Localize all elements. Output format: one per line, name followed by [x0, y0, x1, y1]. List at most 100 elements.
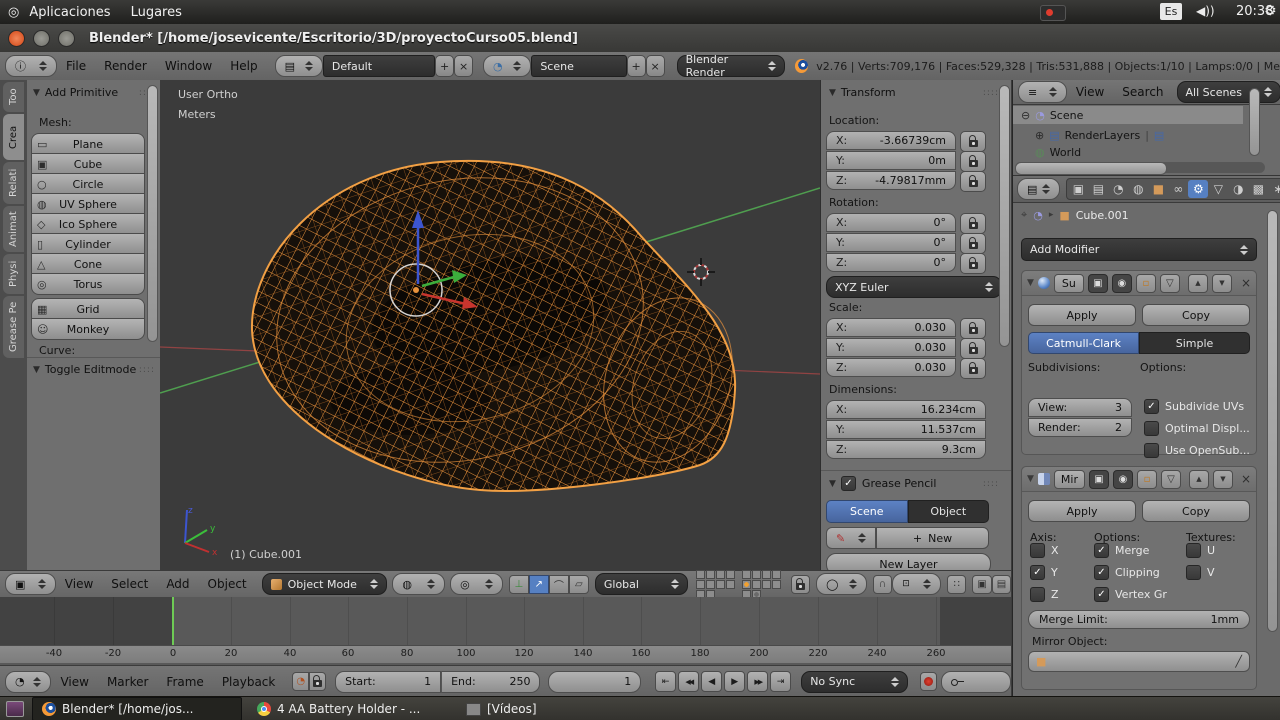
- outliner-h-scrollbar[interactable]: [1015, 162, 1265, 175]
- outliner-item-world[interactable]: ◍ World: [1035, 146, 1081, 158]
- layer-cell[interactable]: [742, 569, 752, 579]
- maximize-window-button[interactable]: [58, 29, 75, 47]
- location-x-field[interactable]: X: -3.66739cm: [826, 131, 956, 150]
- modifier-move-down-button[interactable]: ▼: [1211, 273, 1232, 293]
- editor-type-selector[interactable]: ⓘ: [5, 55, 58, 77]
- rotation-y-field[interactable]: Y: 0°: [826, 233, 956, 252]
- layer-cell[interactable]: [762, 579, 772, 589]
- subdivide-uvs-checkbox[interactable]: ✓: [1144, 399, 1159, 414]
- gp-draw-mode-button[interactable]: ✎: [826, 527, 876, 549]
- add-torus-button[interactable]: ◎ Torus: [31, 273, 145, 295]
- scale-manipulator-button[interactable]: ▱: [568, 574, 589, 594]
- properties-editor-selector[interactable]: ▤: [1017, 178, 1061, 200]
- modifier-delete-button[interactable]: ×: [1241, 276, 1251, 290]
- gp-object-tab[interactable]: Object: [907, 500, 989, 523]
- start-frame-field[interactable]: Start: 1: [335, 670, 442, 693]
- location-y-field[interactable]: Y: 0m: [826, 151, 956, 170]
- rotation-x-field[interactable]: X: 0°: [826, 213, 956, 232]
- simple-button[interactable]: Simple: [1139, 332, 1250, 354]
- outliner-menu-search[interactable]: Search: [1113, 85, 1172, 99]
- outliner-scope-selector[interactable]: All Scenes: [1176, 81, 1280, 103]
- gp-scene-tab[interactable]: Scene: [826, 500, 908, 523]
- timeline-editor-selector[interactable]: ◔: [5, 670, 52, 693]
- panel-drag-handle[interactable]: ::::: [139, 365, 155, 375]
- texture-u-checkbox[interactable]: [1186, 543, 1201, 558]
- opengl-render-button[interactable]: ▣: [972, 574, 992, 594]
- layer-cell[interactable]: [772, 579, 782, 589]
- tl-menu-playback[interactable]: Playback: [213, 675, 285, 689]
- lock-location-y-button[interactable]: [960, 151, 986, 172]
- breadcrumb-object-name[interactable]: Cube.001: [1076, 209, 1129, 222]
- outliner-item-renderlayers[interactable]: ⊕ ▤ RenderLayers | ▤: [1035, 126, 1164, 144]
- timeline[interactable]: -40 -20 0 20 40 60 80 100 120 140 160 18…: [0, 597, 1011, 696]
- vp-menu-select[interactable]: Select: [102, 577, 157, 591]
- lock-time-button[interactable]: [309, 672, 327, 691]
- vertex-groups-checkbox[interactable]: ✓: [1094, 587, 1109, 602]
- add-grid-button[interactable]: ▦ Grid: [31, 298, 145, 320]
- prev-keyframe-button[interactable]: ◀◀: [678, 671, 700, 692]
- scene-icon-button[interactable]: ◔: [483, 55, 532, 77]
- minimize-window-button[interactable]: [33, 29, 50, 47]
- outliner-item-scene[interactable]: ⊖ ◔ Scene: [1021, 106, 1083, 124]
- lock-rotation-z-button[interactable]: [960, 253, 986, 274]
- gp-new-button[interactable]: + New: [876, 527, 989, 549]
- add-monkey-button[interactable]: ☺ Monkey: [31, 318, 145, 340]
- volume-icon[interactable]: ◀)): [1196, 4, 1215, 18]
- menu-render[interactable]: Render: [95, 59, 156, 73]
- modifier-cage-toggle[interactable]: ▽: [1159, 273, 1180, 293]
- subsurf-apply-button[interactable]: Apply: [1028, 304, 1136, 326]
- modifiers-tab-icon[interactable]: ⚙: [1188, 180, 1209, 198]
- object-tab-icon[interactable]: ■: [1148, 180, 1168, 198]
- modifier-editmode-toggle[interactable]: ▫: [1135, 273, 1156, 293]
- panel-drag-handle[interactable]: ::::: [983, 479, 999, 489]
- gp-new-layer-button[interactable]: New Layer: [826, 553, 991, 570]
- axis-x-checkbox[interactable]: [1030, 543, 1045, 558]
- delete-scene-button[interactable]: ×: [645, 55, 665, 77]
- vertex-groups-row[interactable]: ✓ Vertex Gr: [1094, 587, 1167, 602]
- opengl-render-anim-button[interactable]: ▤: [991, 574, 1012, 594]
- tab-physics[interactable]: Physi: [3, 254, 24, 294]
- texture-u-row[interactable]: U: [1186, 543, 1215, 558]
- sync-mode-selector[interactable]: No Sync: [801, 670, 909, 693]
- layer-cell[interactable]: [705, 579, 715, 589]
- texture-v-row[interactable]: V: [1186, 565, 1215, 580]
- add-primitive-panel-header[interactable]: ▼ Add Primitive ::::: [33, 86, 155, 99]
- toggle-editmode-panel-header[interactable]: ▼ Toggle Editmode ::::: [33, 363, 155, 376]
- layer-cell[interactable]: [705, 569, 715, 579]
- modifier-render-toggle[interactable]: ▣: [1087, 273, 1108, 293]
- material-tab-icon[interactable]: ◑: [1228, 180, 1248, 198]
- scene-tab-icon[interactable]: ◔: [1108, 180, 1128, 198]
- current-frame-field[interactable]: 1: [548, 670, 642, 693]
- add-cone-button[interactable]: △ Cone: [31, 253, 145, 275]
- manipulator-toggle-button[interactable]: ⊥: [508, 574, 529, 594]
- keyboard-indicator[interactable]: Es: [1160, 3, 1182, 20]
- taskbar-item-chrome[interactable]: 4 AA Battery Holder - ...: [248, 698, 451, 720]
- subsurf-render-field[interactable]: Render: 2: [1028, 418, 1132, 437]
- n-panel-scrollbar[interactable]: [999, 85, 1010, 347]
- scale-z-field[interactable]: Z: 0.030: [826, 358, 956, 377]
- taskbar-item-blender[interactable]: Blender* [/home/jos...: [32, 697, 242, 720]
- keying-set-field[interactable]: [941, 670, 1011, 693]
- screen-layout-icon-button[interactable]: ▤: [274, 55, 323, 77]
- modifier-delete-button[interactable]: ×: [1241, 472, 1251, 486]
- translate-manipulator-button[interactable]: ↗: [528, 574, 549, 594]
- clipping-row[interactable]: ✓ Clipping: [1094, 565, 1160, 580]
- viewport-3d[interactable]: User Ortho Meters z y x (1) Cube.001: [160, 80, 820, 570]
- tab-tools[interactable]: Too: [3, 82, 24, 112]
- close-window-button[interactable]: [8, 29, 25, 47]
- timeline-ruler[interactable]: -40 -20 0 20 40 60 80 100 120 140 160 18…: [0, 645, 1011, 663]
- lock-rotation-y-button[interactable]: [960, 233, 986, 254]
- use-opensubdiv-row[interactable]: Use OpenSub...: [1144, 443, 1250, 458]
- mirror-copy-button[interactable]: Copy: [1142, 500, 1250, 522]
- add-cylinder-button[interactable]: ▯ Cylinder: [31, 233, 145, 255]
- layer-cell[interactable]: [725, 579, 735, 589]
- play-reverse-button[interactable]: ◀: [701, 671, 723, 692]
- texture-v-checkbox[interactable]: [1186, 565, 1201, 580]
- add-modifier-dropdown[interactable]: Add Modifier: [1021, 238, 1257, 261]
- collapse-icon[interactable]: ⊖: [1021, 109, 1030, 122]
- layer-cell[interactable]: [752, 579, 762, 589]
- render-layers-tab-icon[interactable]: ▤: [1088, 180, 1108, 198]
- render-tab-icon[interactable]: ▣: [1068, 180, 1088, 198]
- menu-file[interactable]: File: [57, 59, 95, 73]
- menu-lugares[interactable]: Lugares: [121, 5, 192, 20]
